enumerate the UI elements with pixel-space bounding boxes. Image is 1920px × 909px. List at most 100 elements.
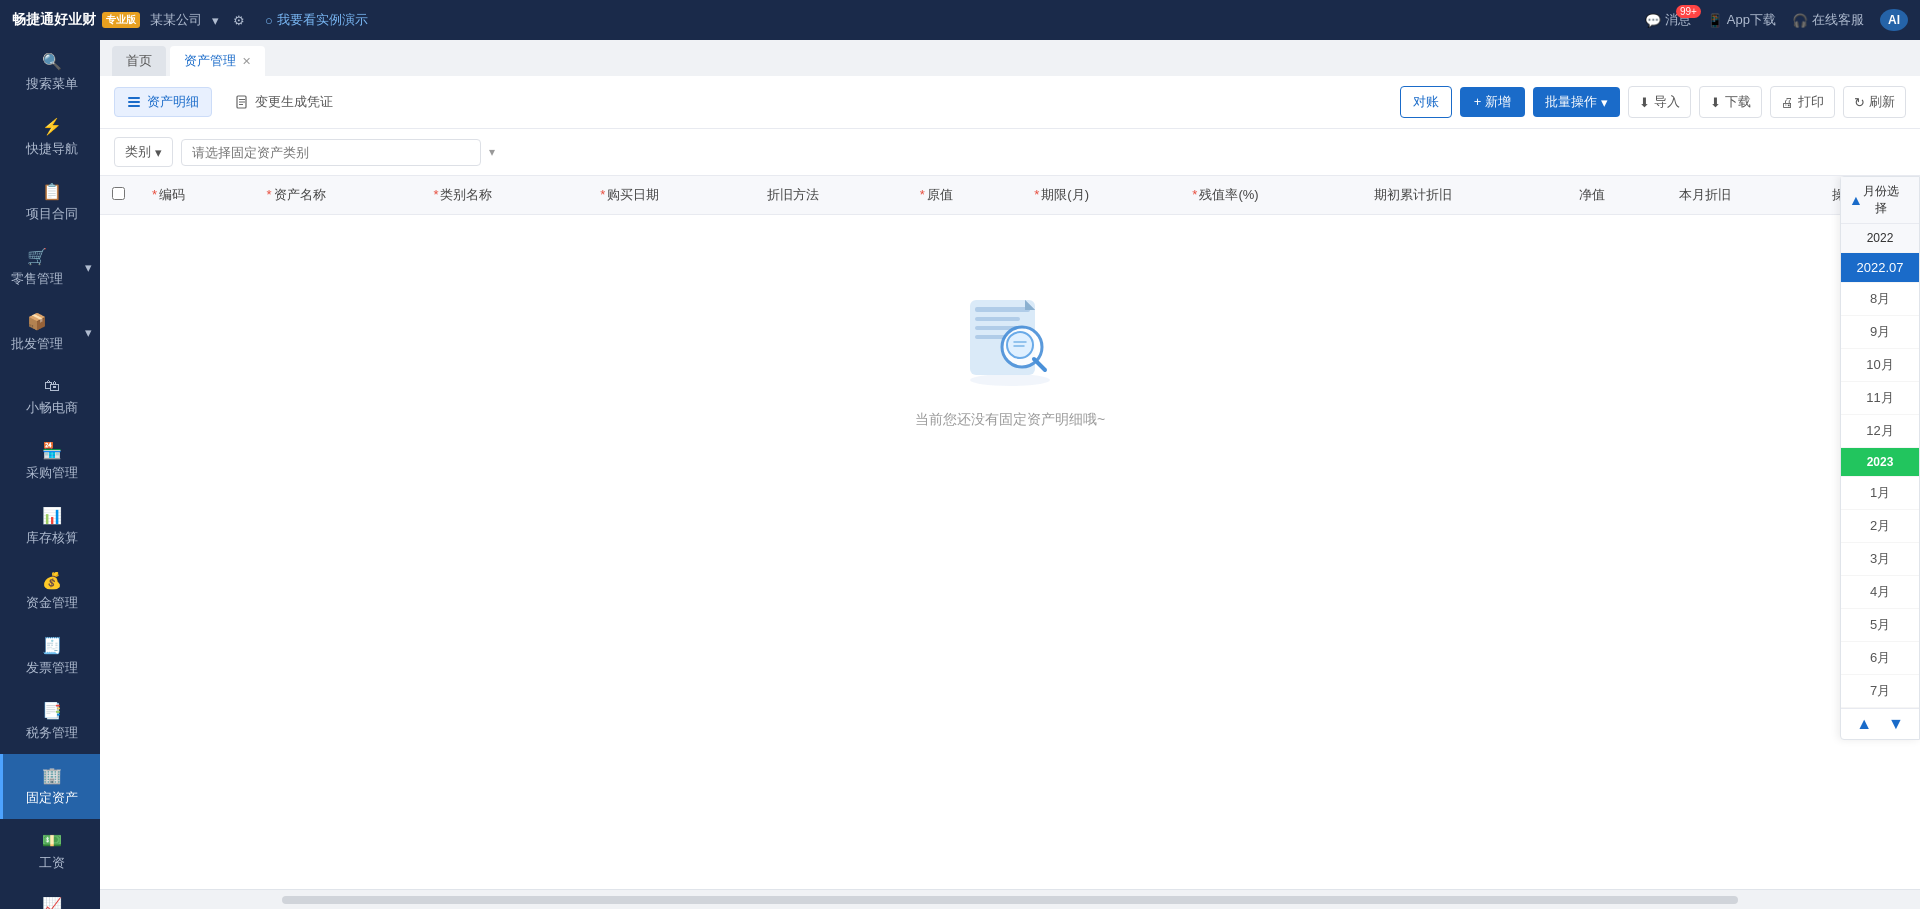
sidebar-item-mini-shop[interactable]: 🛍 小畅电商 xyxy=(0,365,100,429)
fixed-assets-icon: 🏢 xyxy=(42,766,62,785)
wholesale-icon: 📦 xyxy=(27,312,47,331)
avatar-text: AI xyxy=(1888,13,1900,27)
month-item-2022-07-label: 2022.07 xyxy=(1857,260,1904,275)
demo-link[interactable]: ○ 我要看实例演示 xyxy=(265,11,368,29)
month-panel-footer: ▲ ▼ xyxy=(1841,708,1919,739)
col-period: *期限(月) xyxy=(1022,176,1180,215)
sub-tab-change-voucher[interactable]: 变更生成凭证 xyxy=(222,87,346,117)
add-label: + 新增 xyxy=(1474,93,1511,111)
month-item-2022-11[interactable]: 11月 xyxy=(1841,382,1919,415)
top-bar: 畅捷通好业财 专业版 某某公司 ▾ ⚙ ○ 我要看实例演示 💬 消息 99+ 📱… xyxy=(0,0,1920,40)
operations-icon: 📈 xyxy=(42,896,62,909)
month-panel-up-nav-icon[interactable]: ▲ xyxy=(1850,713,1878,735)
add-button[interactable]: + 新增 xyxy=(1460,87,1525,117)
import-button[interactable]: ⬇ 导入 xyxy=(1628,86,1691,118)
online-service-button[interactable]: 🎧 在线客服 xyxy=(1792,11,1864,29)
sidebar-item-search-menu-label: 搜索菜单 xyxy=(26,75,78,93)
sidebar-item-fixed-assets-label: 固定资产 xyxy=(26,789,78,807)
sidebar-item-inventory[interactable]: 📊 库存核算 xyxy=(0,494,100,559)
message-icon: 💬 xyxy=(1645,13,1661,28)
sidebar-item-search-menu[interactable]: 🔍 搜索菜单 xyxy=(0,40,100,105)
sidebar-item-retail[interactable]: 🛒 零售管理 ▾ xyxy=(0,235,100,300)
sidebar-item-purchase-content: 🏪 采购管理 xyxy=(26,441,78,482)
category-select[interactable]: 类别 ▾ xyxy=(114,137,173,167)
app-download-button[interactable]: 📱 App下载 xyxy=(1707,11,1776,29)
sub-tab-change-voucher-label: 变更生成凭证 xyxy=(255,93,333,111)
download-button[interactable]: ⬇ 下载 xyxy=(1699,86,1762,118)
sidebar-item-project-contract[interactable]: 📋 项目合同 xyxy=(0,170,100,235)
tab-close-icon[interactable]: ✕ xyxy=(242,55,251,68)
month-item-2023-06[interactable]: 6月 xyxy=(1841,642,1919,675)
month-item-2022-07[interactable]: 2022.07 xyxy=(1841,253,1919,283)
sidebar-item-wholesale-label: 批发管理 xyxy=(11,335,63,353)
table-container[interactable]: *编码 *资产名称 *类别名称 *购买日期 折旧方法 *原值 *期限(月) *残… xyxy=(100,176,1920,889)
sidebar-item-purchase[interactable]: 🏪 采购管理 xyxy=(0,429,100,494)
sidebar-item-retail-label: 零售管理 xyxy=(11,270,63,288)
horizontal-scrollbar[interactable] xyxy=(282,896,1738,904)
sidebar-item-project-contract-label: 项目合同 xyxy=(26,205,78,223)
sidebar-item-inventory-label: 库存核算 xyxy=(26,529,78,547)
month-item-year-2023: 2023 xyxy=(1841,448,1919,477)
quick-nav-icon: ⚡ xyxy=(42,117,62,136)
col-monthly-dep: 本月折旧 xyxy=(1667,176,1820,215)
sidebar-item-wholesale[interactable]: 📦 批发管理 ▾ xyxy=(0,300,100,365)
batch-button[interactable]: 批量操作 ▾ xyxy=(1533,87,1620,117)
month-item-2022-09[interactable]: 9月 xyxy=(1841,316,1919,349)
print-icon: 🖨 xyxy=(1781,95,1794,110)
sidebar-item-tax[interactable]: 📑 税务管理 xyxy=(0,689,100,754)
sidebar-item-tax-label: 税务管理 xyxy=(26,724,78,742)
tax-icon: 📑 xyxy=(42,701,62,720)
month-panel-down-nav-icon[interactable]: ▼ xyxy=(1882,713,1910,735)
sidebar-item-invoice[interactable]: 🧾 发票管理 xyxy=(0,624,100,689)
company-name: 某某公司 xyxy=(150,11,202,29)
sidebar-item-payroll[interactable]: 💵 工资 xyxy=(0,819,100,884)
month-item-2022-10[interactable]: 10月 xyxy=(1841,349,1919,382)
message-button[interactable]: 💬 消息 99+ xyxy=(1645,11,1691,29)
user-avatar[interactable]: AI xyxy=(1880,9,1908,31)
empty-text: 当前您还没有固定资产明细哦~ xyxy=(915,411,1105,429)
sidebar-item-fund[interactable]: 💰 资金管理 xyxy=(0,559,100,624)
settings-icon[interactable]: ⚙ xyxy=(233,13,245,28)
top-bar-right: 💬 消息 99+ 📱 App下载 🎧 在线客服 AI xyxy=(1645,9,1908,31)
sub-tab-asset-detail[interactable]: 资产明细 xyxy=(114,87,212,117)
download-icon: ⬇ xyxy=(1710,95,1721,110)
sidebar-item-quick-nav-label: 快捷导航 xyxy=(26,140,78,158)
empty-icon xyxy=(950,275,1070,395)
month-item-2023-03[interactable]: 3月 xyxy=(1841,543,1919,576)
sidebar-item-operations[interactable]: 📈 经营管理 xyxy=(0,884,100,909)
col-dep-method: 折旧方法 xyxy=(755,176,908,215)
month-item-2023-07[interactable]: 7月 xyxy=(1841,675,1919,708)
list-icon xyxy=(127,95,141,109)
reconcile-button[interactable]: 对账 xyxy=(1400,86,1452,118)
month-item-2023-05[interactable]: 5月 xyxy=(1841,609,1919,642)
month-panel-up-icon[interactable]: ▲ xyxy=(1849,192,1863,208)
tab-home[interactable]: 首页 xyxy=(112,46,166,76)
tab-asset-management-label: 资产管理 xyxy=(184,52,236,70)
filter-input-arrow-icon: ▾ xyxy=(489,145,495,159)
svg-rect-1 xyxy=(128,101,140,103)
data-table: *编码 *资产名称 *类别名称 *购买日期 折旧方法 *原值 *期限(月) *残… xyxy=(100,176,1920,489)
select-all-checkbox[interactable] xyxy=(112,187,125,200)
import-label: 导入 xyxy=(1654,93,1680,111)
company-dropdown-icon[interactable]: ▾ xyxy=(212,13,219,28)
print-button[interactable]: 🖨 打印 xyxy=(1770,86,1835,118)
headset-icon: 🎧 xyxy=(1792,13,1808,28)
sidebar-item-fixed-assets[interactable]: 🏢 固定资产 xyxy=(0,754,100,819)
refresh-button[interactable]: ↻ 刷新 xyxy=(1843,86,1906,118)
sub-tab-asset-detail-label: 资产明细 xyxy=(147,93,199,111)
sidebar-item-fund-content: 💰 资金管理 xyxy=(26,571,78,612)
month-item-2022-12[interactable]: 12月 xyxy=(1841,415,1919,448)
month-item-2023-04[interactable]: 4月 xyxy=(1841,576,1919,609)
pro-badge: 专业版 xyxy=(102,12,140,28)
month-item-2022-08[interactable]: 8月 xyxy=(1841,283,1919,316)
month-item-2023-01[interactable]: 1月 xyxy=(1841,477,1919,510)
content-area: 首页 资产管理 ✕ 资产明细 xyxy=(100,40,1920,909)
sidebar-item-quick-nav[interactable]: ⚡ 快捷导航 xyxy=(0,105,100,170)
month-item-2023-02[interactable]: 2月 xyxy=(1841,510,1919,543)
category-input[interactable] xyxy=(181,139,481,166)
sidebar-item-search-menu-content: 🔍 搜索菜单 xyxy=(26,52,78,93)
bottom-bar xyxy=(100,889,1920,909)
col-net-value: 净值 xyxy=(1567,176,1667,215)
month-panel-title: 月份选择 xyxy=(1863,183,1900,217)
tab-asset-management[interactable]: 资产管理 ✕ xyxy=(170,46,265,76)
